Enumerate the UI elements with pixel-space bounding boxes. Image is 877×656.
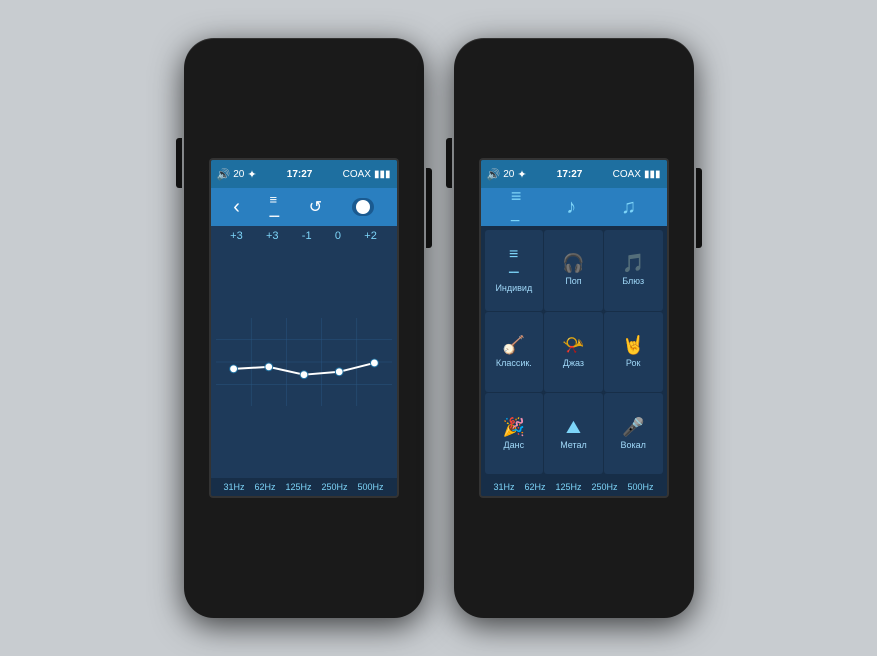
jazz-label: Джаз <box>563 358 584 368</box>
menu-item-metal[interactable]: ⛰ Метал <box>544 393 603 474</box>
toggle-1[interactable] <box>352 198 374 216</box>
pop-label: Поп <box>565 276 581 286</box>
back-button-1[interactable]: ‹ <box>233 196 240 219</box>
metal-icon: ⛰ <box>566 418 581 436</box>
menu-item-rock[interactable]: 🤘 Рок <box>604 312 663 393</box>
device-1: 🔊 20 ✦ 17:27 COAX ▮▮▮ ‹ ≡━━ ↺ +3 +3 -1 0 <box>184 38 424 618</box>
menu-header: ≡━━ ♪ ♫ <box>481 188 667 226</box>
eq-val-4: 0 <box>335 230 341 242</box>
classic-label: Классик. <box>496 358 532 368</box>
rock-icon: 🤘 <box>622 336 644 354</box>
metal-label: Метал <box>560 440 587 450</box>
freq-5: 500Hz <box>357 482 383 492</box>
toolbar-1: ‹ ≡━━ ↺ <box>211 188 397 226</box>
freq2-1: 31Hz <box>493 482 514 492</box>
blues-icon: 🎵 <box>622 254 644 272</box>
time-1: 17:27 <box>287 169 313 180</box>
eq-graph <box>211 246 397 478</box>
menu-item-classic[interactable]: 🪕 Классик. <box>485 312 544 393</box>
screen-1: 🔊 20 ✦ 17:27 COAX ▮▮▮ ‹ ≡━━ ↺ +3 +3 -1 0 <box>209 158 399 498</box>
eq-values-row: +3 +3 -1 0 +2 <box>211 226 397 246</box>
menu-header-icon-1[interactable]: ≡━━ <box>511 186 522 228</box>
reset-icon-1[interactable]: ↺ <box>309 197 322 217</box>
menu-item-dance[interactable]: 🎉 Данс <box>485 393 544 474</box>
volume-icon-1: 🔊 <box>217 168 231 181</box>
rock-label: Рок <box>626 358 641 368</box>
menu-item-pop[interactable]: 🎧 Поп <box>544 230 603 311</box>
dance-icon: 🎉 <box>503 418 525 436</box>
eq-val-5: +2 <box>364 230 377 242</box>
eq-val-3: -1 <box>302 230 312 242</box>
menu-item-individual[interactable]: ≡━━ Индивид <box>485 230 544 311</box>
pop-icon: 🎧 <box>562 254 584 272</box>
output-label-1: COAX <box>343 169 371 180</box>
individual-label: Индивид <box>495 283 532 293</box>
menu-item-vocal[interactable]: 🎤 Вокал <box>604 393 663 474</box>
battery-2: ▮▮▮ <box>644 169 661 180</box>
menu-item-jazz[interactable]: 📯 Джаз <box>544 312 603 393</box>
status-right-1: COAX ▮▮▮ <box>343 169 391 180</box>
eq-val-2: +3 <box>266 230 279 242</box>
freq-1: 31Hz <box>223 482 244 492</box>
freq-3: 125Hz <box>285 482 311 492</box>
bluetooth-icon-1: ✦ <box>247 168 256 181</box>
individual-icon: ≡━━ <box>509 247 519 279</box>
menu-header-icon-2[interactable]: ♪ <box>566 196 576 219</box>
status-bar-1: 🔊 20 ✦ 17:27 COAX ▮▮▮ <box>211 160 397 188</box>
dance-label: Данс <box>504 440 525 450</box>
menu-item-blues[interactable]: 🎵 Блюз <box>604 230 663 311</box>
status-left-1: 🔊 20 ✦ <box>217 168 257 181</box>
freq2-4: 250Hz <box>591 482 617 492</box>
menu-header-icon-3[interactable]: ♫ <box>621 196 636 219</box>
volume-value-2: 20 <box>503 169 514 180</box>
output-label-2: COAX <box>613 169 641 180</box>
battery-1: ▮▮▮ <box>374 169 391 180</box>
status-bar-2: 🔊 20 ✦ 17:27 COAX ▮▮▮ <box>481 160 667 188</box>
volume-icon-2: 🔊 <box>487 168 501 181</box>
screen-2: 🔊 20 ✦ 17:27 COAX ▮▮▮ ≡━━ ♪ ♫ ≡━━ Индиви… <box>479 158 669 498</box>
jazz-icon: 📯 <box>562 336 584 354</box>
freq2-2: 62Hz <box>524 482 545 492</box>
eq-svg <box>216 251 392 473</box>
classic-icon: 🪕 <box>503 336 525 354</box>
status-right-2: COAX ▮▮▮ <box>613 169 661 180</box>
eq-freq-row-1: 31Hz 62Hz 125Hz 250Hz 500Hz <box>211 478 397 496</box>
eq-freq-row-2: 31Hz 62Hz 125Hz 250Hz 500Hz <box>481 478 667 496</box>
device-2: 🔊 20 ✦ 17:27 COAX ▮▮▮ ≡━━ ♪ ♫ ≡━━ Индиви… <box>454 38 694 618</box>
time-2: 17:27 <box>557 169 583 180</box>
eq-icon-1[interactable]: ≡━━ <box>270 192 280 222</box>
bluetooth-icon-2: ✦ <box>517 168 526 181</box>
toggle-dot-1 <box>356 200 370 214</box>
volume-value-1: 20 <box>233 169 244 180</box>
blues-label: Блюз <box>622 276 644 286</box>
status-left-2: 🔊 20 ✦ <box>487 168 527 181</box>
menu-grid: ≡━━ Индивид 🎧 Поп 🎵 Блюз 🪕 Классик. 📯 Дж… <box>481 226 667 478</box>
vocal-label: Вокал <box>620 440 645 450</box>
eq-val-1: +3 <box>230 230 243 242</box>
vocal-icon: 🎤 <box>622 418 644 436</box>
freq2-5: 500Hz <box>627 482 653 492</box>
freq-2: 62Hz <box>254 482 275 492</box>
freq-4: 250Hz <box>321 482 347 492</box>
freq2-3: 125Hz <box>555 482 581 492</box>
